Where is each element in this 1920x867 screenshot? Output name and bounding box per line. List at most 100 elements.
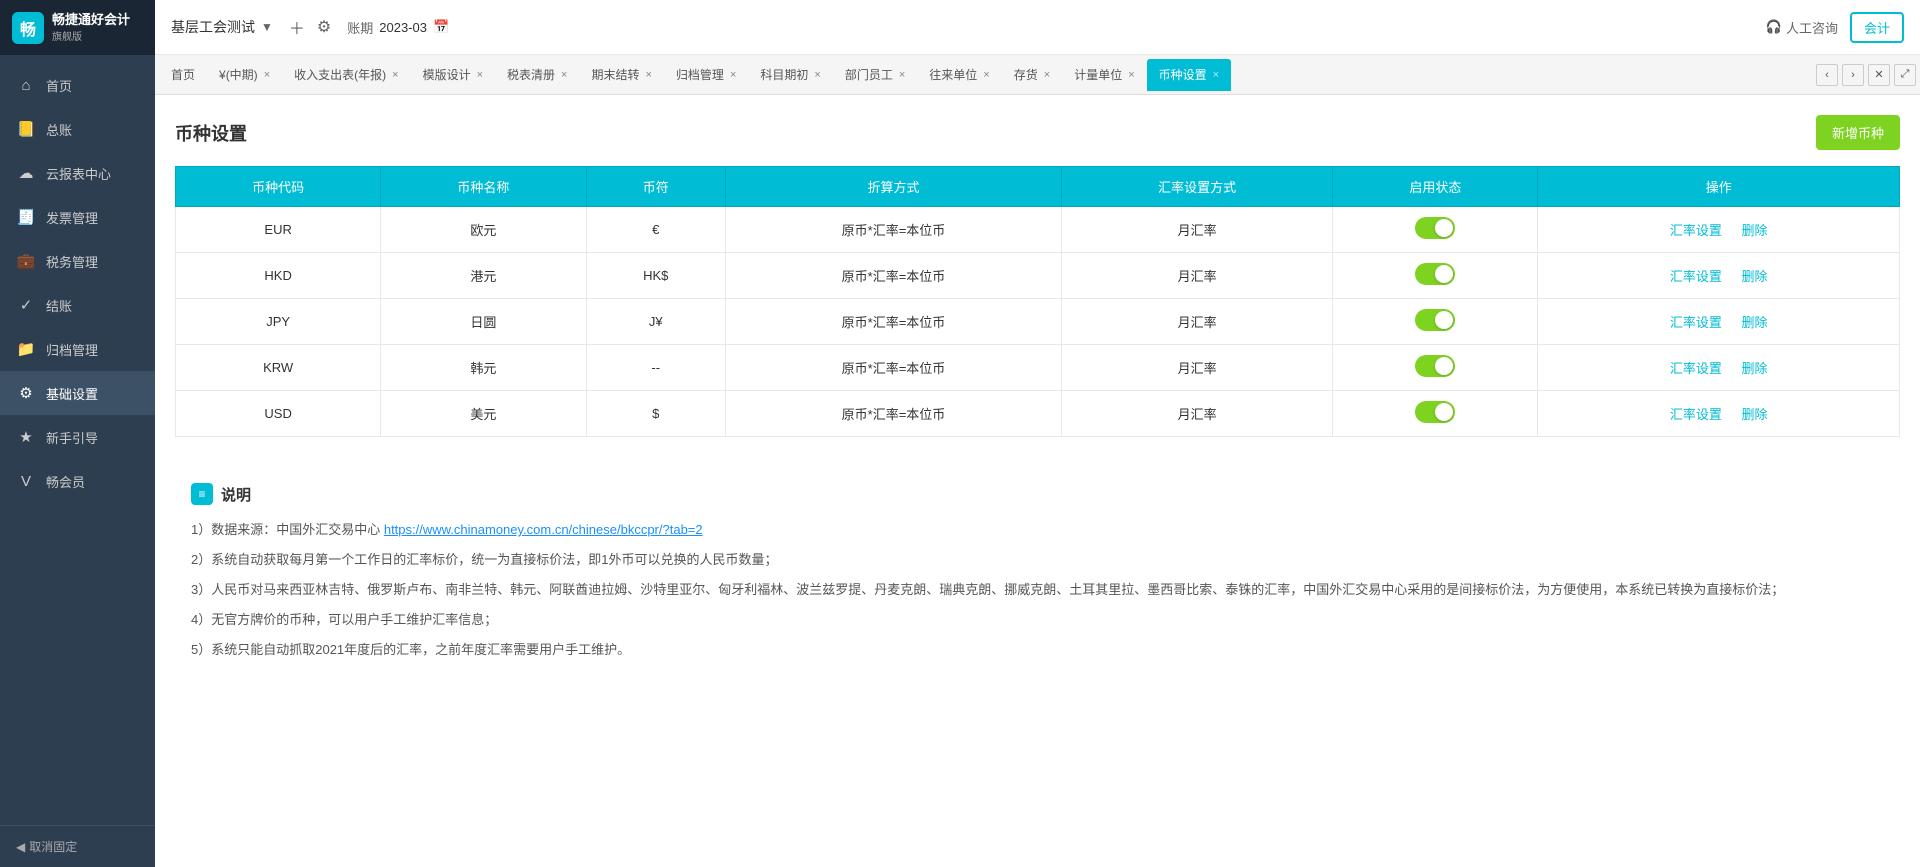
nav-label-tax: 税务管理 xyxy=(46,252,98,271)
nav-label-invoice: 发票管理 xyxy=(46,208,98,227)
notice-title-text: 说明 xyxy=(221,484,251,505)
currency-table: 币种代码 币种名称 币符 折算方式 汇率设置方式 启用状态 操作 EUR 欧元 … xyxy=(175,166,1900,437)
delete-link-0[interactable]: 删除 xyxy=(1742,223,1768,238)
notice-item-1: 2）系统自动获取每月第一个工作日的汇率标价，统一为直接标价法，即1外币可以兑换的… xyxy=(191,547,1884,573)
toggle-thumb-3 xyxy=(1435,357,1453,375)
nav-icon-guide: ★ xyxy=(16,427,36,447)
rate-setting-link-1[interactable]: 汇率设置 xyxy=(1670,269,1722,284)
topbar-actions: ＋ ⚙ xyxy=(289,15,331,39)
tab-close-income[interactable]: × xyxy=(392,69,398,81)
tab-close-counterparty[interactable]: × xyxy=(983,69,989,81)
tab-close-dept[interactable]: × xyxy=(899,69,905,81)
logo-title: 畅捷通好会计 xyxy=(52,12,130,28)
cell-status-4 xyxy=(1333,391,1538,437)
tab-close-currency[interactable]: × xyxy=(1213,69,1219,81)
tab-unit[interactable]: 计量单位 × xyxy=(1062,59,1146,91)
cell-rate-1: 月汇率 xyxy=(1062,253,1333,299)
add-icon[interactable]: ＋ xyxy=(289,15,305,39)
toggle-0[interactable] xyxy=(1415,217,1455,239)
tab-balance[interactable]: ¥(中期)× xyxy=(207,59,282,91)
rate-setting-link-0[interactable]: 汇率设置 xyxy=(1670,223,1722,238)
account-button[interactable]: 会计 xyxy=(1850,12,1904,43)
tab-bar: 首页¥(中期)×收入支出表(年报)×模版设计×税表清册×期末结转×归档管理×科目… xyxy=(155,55,1920,95)
tab-close-inventory[interactable]: × xyxy=(1044,69,1050,81)
sidebar-item-tax[interactable]: 💼 税务管理 xyxy=(0,239,155,283)
nav-label-archive: 归档管理 xyxy=(46,340,98,359)
sidebar-nav: ⌂ 首页 📒 总账 ☁ 云报表中心 🧾 发票管理 💼 税务管理 ✓ 结账 📁 归… xyxy=(0,55,155,825)
settings-icon[interactable]: ⚙ xyxy=(317,17,331,37)
tab-taxclear[interactable]: 税表清册× xyxy=(495,59,579,91)
tab-period[interactable]: 期末结转× xyxy=(579,59,663,91)
tab-subjects[interactable]: 科目期初× xyxy=(748,59,832,91)
nav-label-settings: 基础设置 xyxy=(46,384,98,403)
tab-close-subjects[interactable]: × xyxy=(814,69,820,81)
notice-icon: ≡ xyxy=(191,483,213,505)
tab-close-archivemgr[interactable]: × xyxy=(730,69,736,81)
cell-status-3 xyxy=(1333,345,1538,391)
calendar-icon[interactable]: 📅 xyxy=(433,19,449,35)
cell-calc-2: 原币*汇率=本位币 xyxy=(725,299,1061,345)
col-actions: 操作 xyxy=(1538,167,1900,207)
sidebar-item-guide[interactable]: ★ 新手引导 xyxy=(0,415,155,459)
tab-close-template[interactable]: × xyxy=(477,69,483,81)
rate-setting-link-2[interactable]: 汇率设置 xyxy=(1670,315,1722,330)
tab-close-unit[interactable]: × xyxy=(1128,69,1134,81)
add-currency-button[interactable]: 新增币种 xyxy=(1816,115,1900,150)
tab-close-taxclear[interactable]: × xyxy=(561,69,567,81)
chevron-down-icon: ▼ xyxy=(261,20,273,34)
tab-prev-button[interactable]: ‹ xyxy=(1816,64,1838,86)
tab-counterparty[interactable]: 往来单位× xyxy=(917,59,1001,91)
rate-setting-link-3[interactable]: 汇率设置 xyxy=(1670,361,1722,376)
notice-list: 1）数据来源：中国外汇交易中心 https://www.chinamoney.c… xyxy=(191,517,1884,663)
notice-link[interactable]: https://www.chinamoney.com.cn/chinese/bk… xyxy=(384,522,703,537)
tab-label-archivemgr: 归档管理 xyxy=(676,66,724,83)
toggle-2[interactable] xyxy=(1415,309,1455,331)
col-code: 币种代码 xyxy=(176,167,381,207)
sidebar-item-invoice[interactable]: 🧾 发票管理 xyxy=(0,195,155,239)
sidebar-item-settings[interactable]: ⚙ 基础设置 xyxy=(0,371,155,415)
sidebar-item-ledger[interactable]: 📒 总账 xyxy=(0,107,155,151)
tab-next-button[interactable]: › xyxy=(1842,64,1864,86)
rate-setting-link-4[interactable]: 汇率设置 xyxy=(1670,407,1722,422)
sidebar-item-closing[interactable]: ✓ 结账 xyxy=(0,283,155,327)
cell-symbol-3: -- xyxy=(586,345,725,391)
company-selector[interactable]: 基层工会测试 ▼ xyxy=(171,17,273,37)
tab-archivemgr[interactable]: 归档管理 × xyxy=(664,59,748,91)
sidebar-pin-toggle[interactable]: ◀ 取消固定 xyxy=(0,825,155,867)
tab-close-period[interactable]: × xyxy=(645,69,651,81)
toggle-track-4 xyxy=(1415,401,1455,423)
sidebar-item-reports[interactable]: ☁ 云报表中心 xyxy=(0,151,155,195)
sidebar-item-member[interactable]: V 畅会员 xyxy=(0,459,155,503)
tab-close-all-button[interactable]: ✕ xyxy=(1868,64,1890,86)
delete-link-4[interactable]: 删除 xyxy=(1742,407,1768,422)
table-head: 币种代码 币种名称 币符 折算方式 汇率设置方式 启用状态 操作 xyxy=(176,167,1900,207)
tab-template[interactable]: 模版设计× xyxy=(411,59,495,91)
sidebar-item-home[interactable]: ⌂ 首页 xyxy=(0,63,155,107)
logo-area: 畅 畅捷通好会计 旗舰版 xyxy=(0,0,155,55)
cell-actions-1: 汇率设置 删除 xyxy=(1538,253,1900,299)
tab-currency[interactable]: 币种设置× xyxy=(1147,59,1231,91)
tab-home[interactable]: 首页 xyxy=(159,59,207,91)
tab-income[interactable]: 收入支出表(年报)× xyxy=(282,59,410,91)
delete-link-3[interactable]: 删除 xyxy=(1742,361,1768,376)
tab-inventory[interactable]: 存货× xyxy=(1002,59,1062,91)
service-label: 人工咨询 xyxy=(1786,18,1838,37)
delete-link-2[interactable]: 删除 xyxy=(1742,315,1768,330)
service-button[interactable]: 🎧 人工咨询 xyxy=(1766,18,1838,37)
nav-label-closing: 结账 xyxy=(46,296,72,315)
delete-link-1[interactable]: 删除 xyxy=(1742,269,1768,284)
toggle-3[interactable] xyxy=(1415,355,1455,377)
cell-status-1 xyxy=(1333,253,1538,299)
sidebar-item-archive[interactable]: 📁 归档管理 xyxy=(0,327,155,371)
tab-dept[interactable]: 部门员工× xyxy=(833,59,917,91)
col-calc: 折算方式 xyxy=(725,167,1061,207)
table-body: EUR 欧元 € 原币*汇率=本位币 月汇率 汇率设置 删除 HKD 港元 HK… xyxy=(176,207,1900,437)
notice-section: ≡ 说明 1）数据来源：中国外汇交易中心 https://www.chinamo… xyxy=(175,467,1900,683)
tab-close-balance[interactable]: × xyxy=(264,69,270,81)
toggle-4[interactable] xyxy=(1415,401,1455,423)
tab-expand-button[interactable]: ⤢ xyxy=(1894,64,1916,86)
tab-label-unit: 计量单位 xyxy=(1074,66,1122,83)
cell-rate-3: 月汇率 xyxy=(1062,345,1333,391)
toggle-1[interactable] xyxy=(1415,263,1455,285)
main-area: 基层工会测试 ▼ ＋ ⚙ 账期 2023-03 📅 🎧 人工咨询 会计 首页¥(… xyxy=(155,0,1920,867)
